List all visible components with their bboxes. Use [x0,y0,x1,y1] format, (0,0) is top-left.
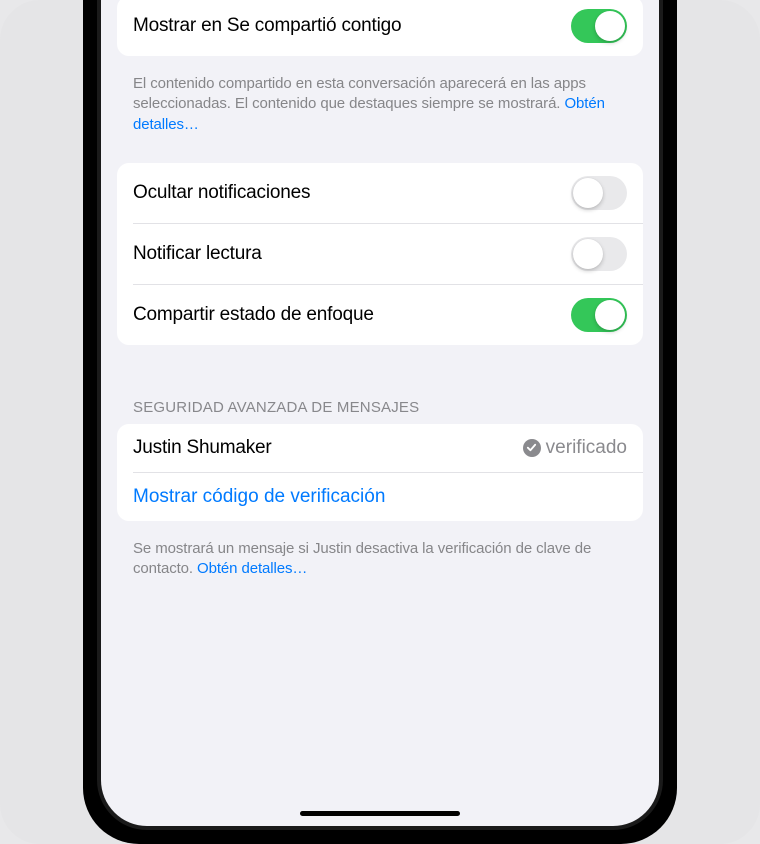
security-group: Justin Shumaker verificado Mostr [117,424,643,521]
phone-inner: Mostrar en Se compartió contigo El conte… [97,0,663,830]
shared-with-you-row[interactable]: Mostrar en Se compartió contigo [117,0,643,56]
phone-frame: Mostrar en Se compartió contigo El conte… [83,0,677,844]
contact-verification-row[interactable]: Justin Shumaker verificado [117,424,643,472]
share-focus-label: Compartir estado de enfoque [133,304,374,326]
footer-text-body: El contenido compartido en esta conversa… [133,75,586,112]
spacer [117,355,643,399]
share-focus-row[interactable]: Compartir estado de enfoque [117,285,643,345]
page-container: Mostrar en Se compartió contigo El conte… [0,0,760,844]
verified-label: verificado [546,437,627,459]
toggle-knob [573,239,603,269]
spacer [117,135,643,163]
contact-name-label: Justin Shumaker [133,437,272,459]
hide-notifications-label: Ocultar notificaciones [133,182,310,204]
shared-with-you-toggle[interactable] [571,9,627,43]
shared-with-you-group: Mostrar en Se compartió contigo [117,0,643,56]
read-receipts-row[interactable]: Notificar lectura [117,224,643,284]
read-receipts-label: Notificar lectura [133,243,262,265]
checkmark-icon [523,439,541,457]
security-details-link[interactable]: Obtén detalles… [197,560,307,577]
read-receipts-toggle[interactable] [571,237,627,271]
shared-with-you-footer: El contenido compartido en esta conversa… [117,66,643,135]
security-section-header: SEGURIDAD AVANZADA DE MENSAJES [117,399,643,424]
shared-with-you-label: Mostrar en Se compartió contigo [133,15,401,37]
toggle-knob [595,11,625,41]
show-verification-code-button[interactable]: Mostrar código de verificación [117,473,643,521]
toggle-knob [573,178,603,208]
verified-status: verificado [523,437,627,459]
share-focus-toggle[interactable] [571,298,627,332]
toggle-knob [595,300,625,330]
settings-screen: Mostrar en Se compartió contigo El conte… [101,0,659,826]
security-footer: Se mostrará un mensaje si Justin desacti… [117,531,643,580]
hide-notifications-row[interactable]: Ocultar notificaciones [117,163,643,223]
home-indicator[interactable] [300,811,460,816]
show-verification-code-label: Mostrar código de verificación [133,486,385,507]
hide-notifications-toggle[interactable] [571,176,627,210]
notifications-group: Ocultar notificaciones Notificar lectura [117,163,643,345]
